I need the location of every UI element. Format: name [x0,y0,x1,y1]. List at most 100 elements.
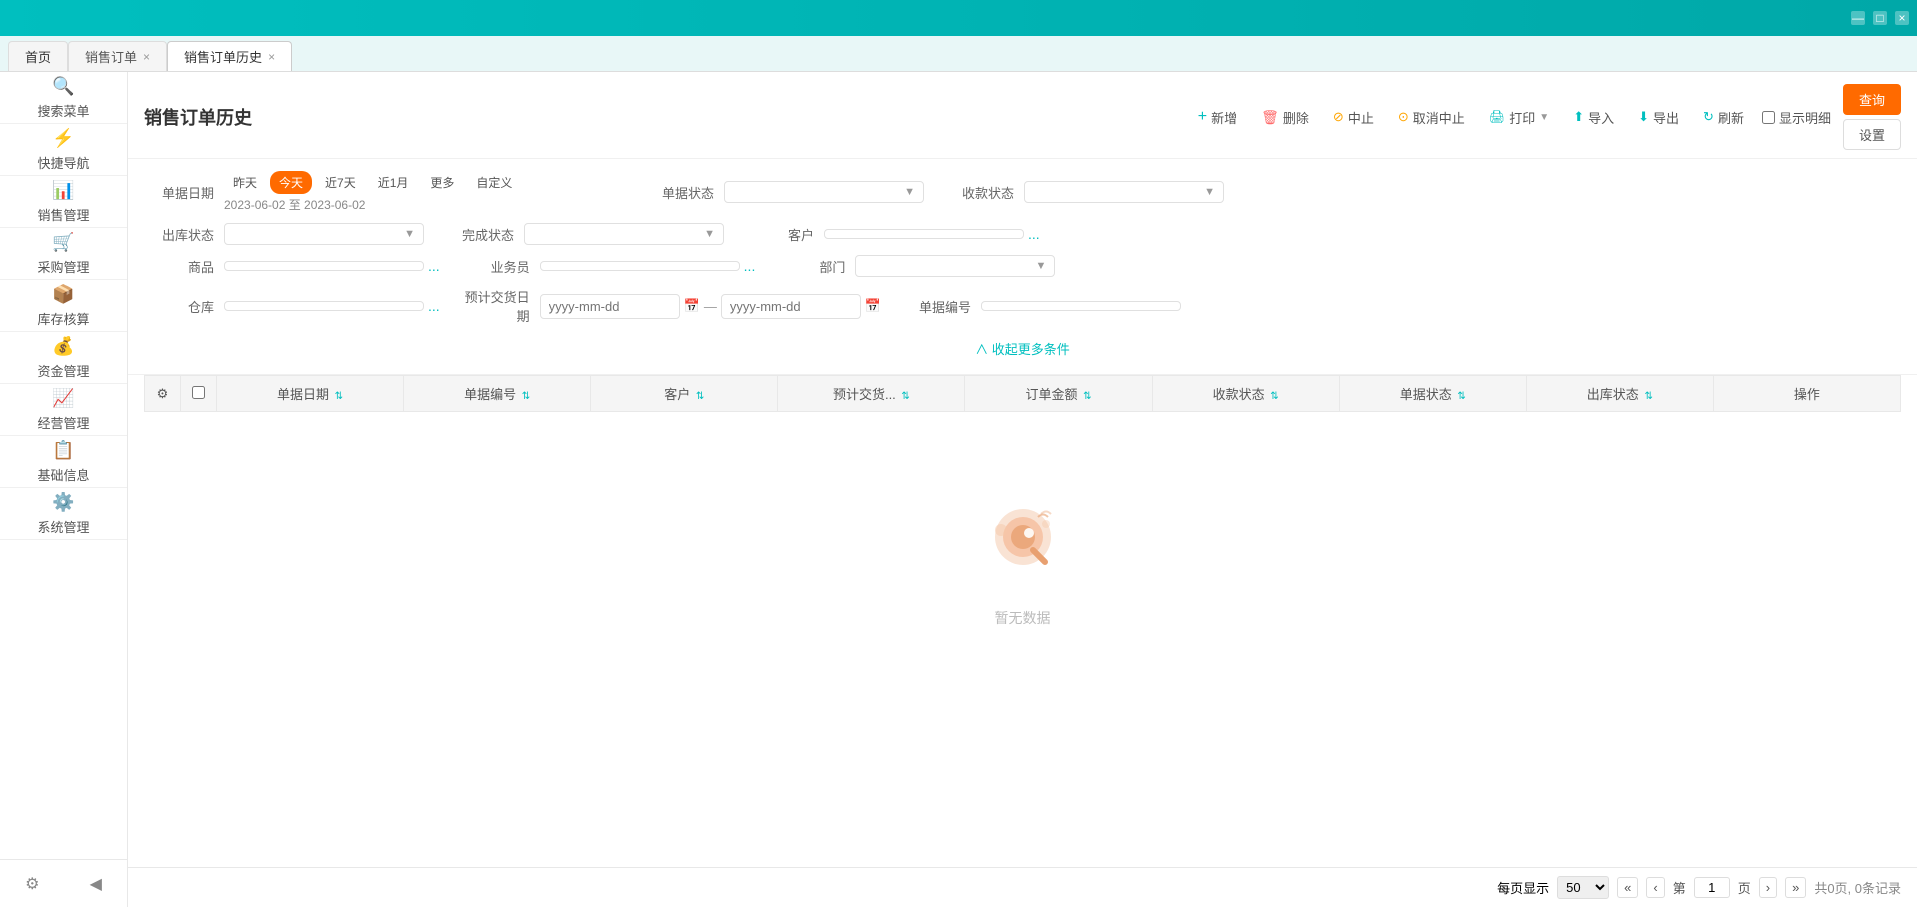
sidebar-item-inventory-calc[interactable]: 📦 库存核算 [0,280,127,332]
collapse-label: ∧ 收起更多条件 [975,342,1070,357]
payment-status-label: 收款状态 [944,183,1024,202]
th-customer[interactable]: 客户 ⇅ [591,376,778,412]
th-number[interactable]: 单据编号 ⇅ [404,376,591,412]
tab-sales-order-history-close[interactable]: × [268,50,275,64]
sidebar-item-purchase-mgmt-label: 采购管理 [37,257,89,276]
th-bill-status[interactable]: 单据状态 ⇅ [1339,376,1526,412]
customer-control: ... [824,226,1040,242]
expected-delivery-label: 预计交货日期 [460,287,540,325]
stop-button[interactable]: ⊘ 中止 [1327,104,1380,131]
tab-sales-order-label: 销售订单 [85,47,137,66]
inventory-calc-icon: 📦 [52,284,74,305]
th-settings[interactable]: ⚙ [145,376,181,412]
sidebar-item-search-menu[interactable]: 🔍 搜索菜单 [0,72,127,124]
tab-home[interactable]: 首页 [8,41,68,71]
expected-delivery-to[interactable] [721,294,861,319]
pill-custom[interactable]: 自定义 [467,171,521,194]
empty-illustration [973,492,1073,592]
delete-button[interactable]: 🗑 删除 [1255,104,1315,131]
th-payment-status[interactable]: 收款状态 ⇅ [1152,376,1339,412]
tab-sales-order-history[interactable]: 销售订单历史 × [167,41,292,71]
page-header: 销售订单历史 + 新增 🗑 删除 ⊘ 中止 ⊙ 取消中止 [128,72,1917,159]
pill-last1m[interactable]: 近1月 [369,171,418,194]
sidebar-item-system-mgmt[interactable]: ⚙️ 系统管理 [0,488,127,540]
query-button[interactable]: 查询 [1843,84,1901,115]
bill-number-input[interactable] [981,301,1181,311]
customer-select[interactable] [824,229,1024,239]
pill-more[interactable]: 更多 [421,171,463,194]
cal-to-icon[interactable]: 📅 [865,298,881,314]
goods-select[interactable] [224,261,424,271]
complete-status-select[interactable]: ▼ [524,223,724,245]
th-checkbox[interactable] [181,376,217,412]
warehouse-select[interactable] [224,301,424,311]
minimize-btn[interactable]: — [1851,11,1865,25]
next-page-btn[interactable]: › [1759,877,1777,898]
sidebar-item-operations-mgmt[interactable]: 📈 经营管理 [0,384,127,436]
tab-sales-order-close[interactable]: × [143,50,150,64]
setting-button[interactable]: 设置 [1843,119,1901,150]
pill-last7[interactable]: 近7天 [316,171,365,194]
toolbar: + 新增 🗑 删除 ⊘ 中止 ⊙ 取消中止 🖨 打印 [1192,84,1901,150]
last-page-btn[interactable]: » [1785,877,1806,898]
first-page-btn[interactable]: « [1617,877,1638,898]
maximize-btn[interactable]: □ [1873,11,1887,25]
salesperson-select[interactable] [540,261,740,271]
warehouse-ellipsis-btn[interactable]: ... [428,298,440,314]
sidebar-item-purchase-mgmt[interactable]: 🛒 采购管理 [0,228,127,280]
goods-control: ... [224,258,440,274]
refresh-button[interactable]: ↻ 刷新 [1697,104,1750,131]
show-columns-input[interactable] [1762,111,1775,124]
sidebar-item-sales-mgmt[interactable]: 📊 销售管理 [0,176,127,228]
customer-ellipsis-btn[interactable]: ... [1028,226,1040,242]
sort-delivery-status-icon: ⇅ [1644,391,1652,402]
page-input[interactable] [1694,877,1730,898]
export-button[interactable]: ⬇ 导出 [1632,104,1685,131]
payment-status-select[interactable]: ▼ [1024,181,1224,203]
th-expected-delivery[interactable]: 预计交货... ⇅ [778,376,965,412]
sidebar-collapse-icon[interactable]: ◀ [90,874,102,894]
expected-delivery-from[interactable] [540,294,680,319]
goods-ellipsis-btn[interactable]: ... [428,258,440,274]
sort-date-icon: ⇅ [335,391,343,402]
select-all-checkbox[interactable] [192,386,205,399]
delete-label: 删除 [1283,108,1309,127]
cancel-stop-button[interactable]: ⊙ 取消中止 [1392,104,1471,131]
th-date[interactable]: 单据日期 ⇅ [217,376,404,412]
salesperson-ellipsis-btn[interactable]: ... [744,258,756,274]
cancel-stop-icon: ⊙ [1398,109,1409,125]
dept-select[interactable]: ▼ [855,255,1055,277]
print-label: 打印 [1509,108,1535,127]
footer-bar: 每页显示 50 10 20 100 « ‹ 第 页 › » 共0页, 0条记录 [128,867,1917,907]
sidebar-item-quick-nav-label: 快捷导航 [37,153,89,172]
tab-sales-order-history-label: 销售订单历史 [184,47,262,66]
sidebar-item-basic-info[interactable]: 📋 基础信息 [0,436,127,488]
print-button[interactable]: 🖨 打印 ▼ [1483,104,1555,131]
th-delivery-status[interactable]: 出库状态 ⇅ [1526,376,1713,412]
th-action: 操作 [1713,376,1900,412]
delivery-status-select[interactable]: ▼ [224,223,424,245]
add-button[interactable]: + 新增 [1192,104,1243,131]
pill-yesterday[interactable]: 昨天 [224,171,266,194]
prev-page-btn[interactable]: ‹ [1646,877,1664,898]
page-size-select[interactable]: 50 10 20 100 [1557,876,1609,899]
export-label: 导出 [1653,108,1679,127]
th-order-amount[interactable]: 订单金额 ⇅ [965,376,1152,412]
import-button[interactable]: ⬆ 导入 [1567,104,1620,131]
sidebar-settings-icon[interactable]: ⚙ [25,874,39,894]
main-layout: 🔍 搜索菜单 ⚡ 快捷导航 📊 销售管理 🛒 采购管理 📦 库存核算 💰 资金管… [0,72,1917,907]
empty-text: 暂无数据 [995,608,1051,628]
bill-status-select[interactable]: ▼ [724,181,924,203]
sidebar-item-finance-mgmt[interactable]: 💰 资金管理 [0,332,127,384]
collapse-row[interactable]: ∧ 收起更多条件 [144,335,1901,362]
show-columns-checkbox[interactable]: 显示明细 [1762,108,1831,127]
cal-from-icon[interactable]: 📅 [684,298,700,314]
close-btn-top[interactable]: × [1895,11,1909,25]
sidebar-item-quick-nav[interactable]: ⚡ 快捷导航 [0,124,127,176]
pill-today[interactable]: 今天 [270,171,312,194]
th-bill-status-label: 单据状态 [1400,387,1452,402]
expected-delivery-control: 📅 — 📅 [540,294,881,319]
filter-area: 单据日期 昨天 今天 近7天 近1月 更多 自定义 2023-06-02 至 2… [128,159,1917,375]
tab-sales-order[interactable]: 销售订单 × [68,41,167,71]
table-settings-icon[interactable]: ⚙ [157,386,169,401]
